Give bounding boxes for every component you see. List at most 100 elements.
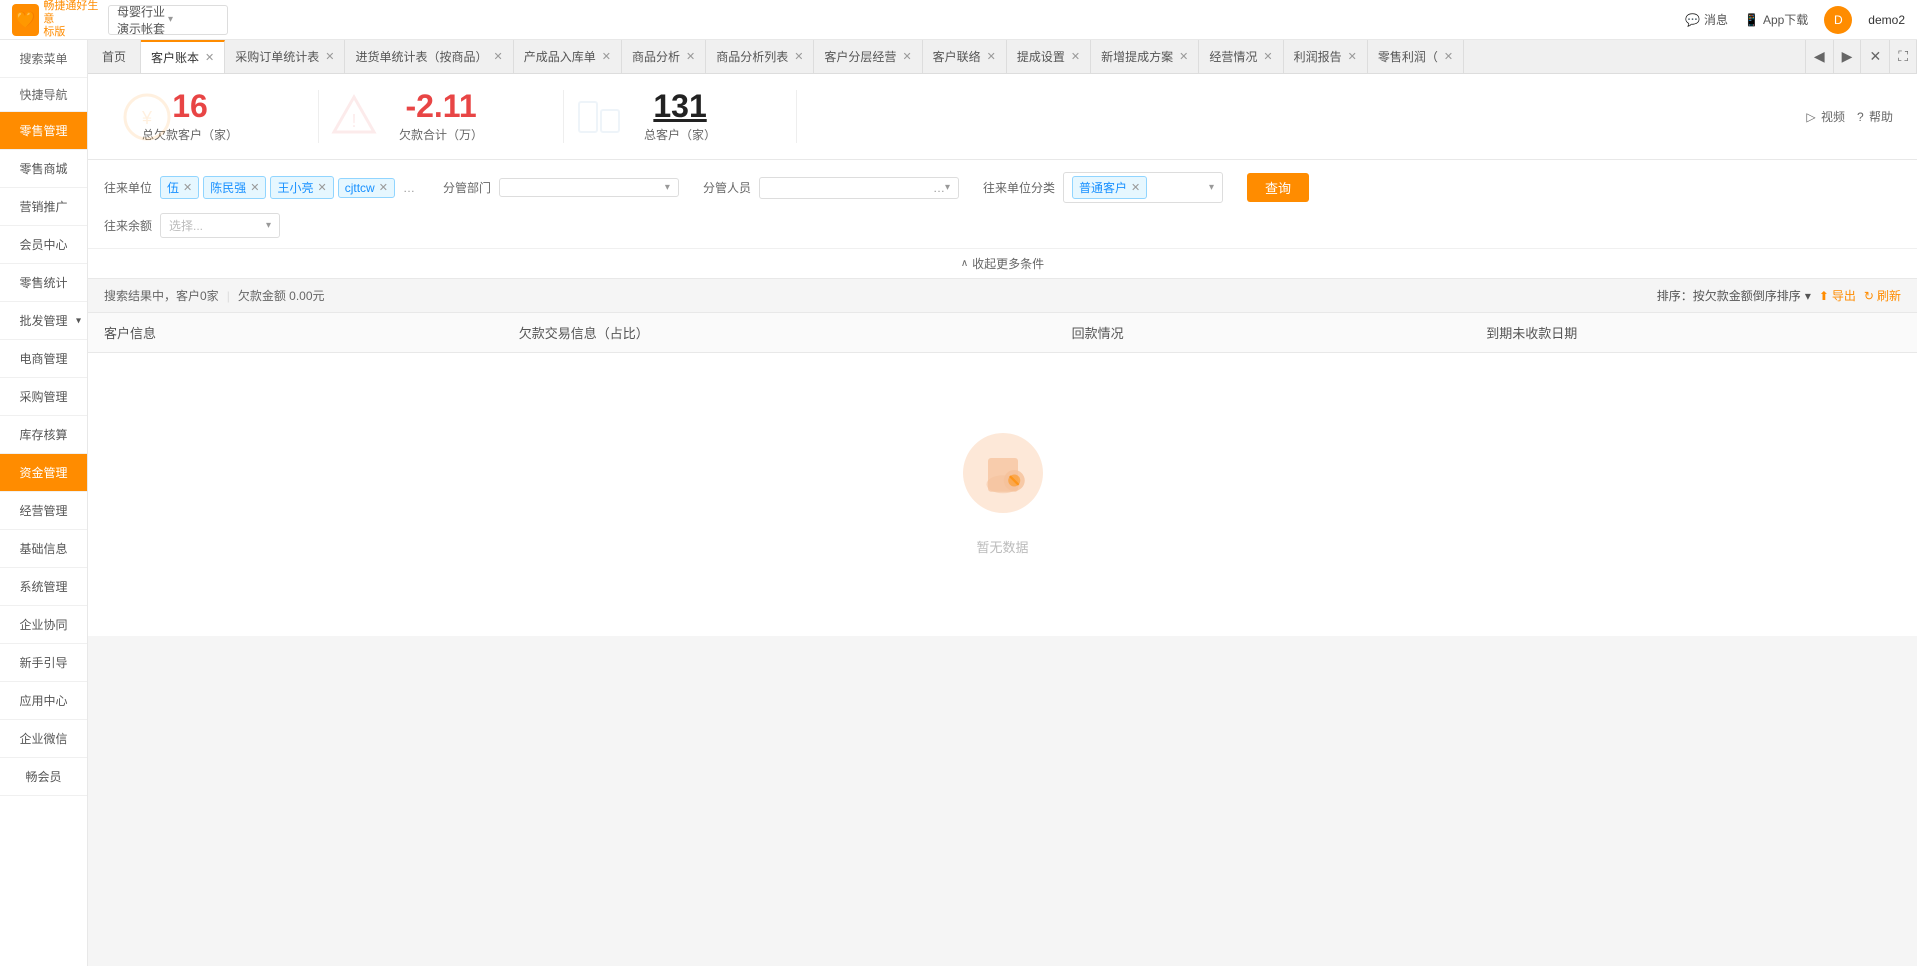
total-debt-label: 欠款合计（万）	[399, 126, 483, 143]
sidebar-quick-nav[interactable]: 快捷导航	[0, 78, 87, 112]
sidebar-item-system[interactable]: 系统管理	[0, 568, 87, 606]
tab-scroll-right[interactable]: ▶	[1834, 40, 1862, 74]
sidebar-item-capital[interactable]: 资金管理	[0, 454, 87, 492]
user-avatar[interactable]: D	[1824, 6, 1852, 34]
dept-dropdown-icon: ▾	[665, 182, 670, 193]
suite-selector[interactable]: 母婴行业演示帐套 ▾	[108, 5, 228, 35]
query-button[interactable]: 查询	[1247, 173, 1309, 202]
tab-close-customer-segment[interactable]: ✕	[902, 50, 911, 63]
col-header-debt: 欠款交易信息（占比）	[519, 323, 1072, 342]
sidebar-item-member-center[interactable]: 会员中心	[0, 226, 87, 264]
sidebar-item-inventory[interactable]: 库存核算	[0, 416, 87, 454]
refresh-btn[interactable]: ↻ 刷新	[1864, 287, 1901, 304]
tab-close-goods-analysis[interactable]: ✕	[686, 50, 695, 63]
tab-close-retail-profit[interactable]: ✕	[1444, 50, 1453, 63]
sidebar: 搜索菜单 快捷导航 零售管理 零售商城 营销推广 会员中心 零售统计 批发管理 …	[0, 40, 88, 966]
filter-tag-normal-close[interactable]: ✕	[1131, 181, 1140, 194]
sidebar-item-wx-enterprise[interactable]: 企业微信	[0, 720, 87, 758]
sidebar-item-new-guide[interactable]: 新手引导	[0, 644, 87, 682]
tab-customer-book[interactable]: 客户账本 ✕	[141, 40, 225, 74]
filter-tag-wu-close[interactable]: ✕	[183, 181, 192, 194]
filter-tag-wang[interactable]: 王小亮 ✕	[270, 176, 333, 199]
unit-filter-tags: 伍 ✕ 陈民强 ✕ 王小亮 ✕	[160, 176, 419, 199]
filter-tag-wu[interactable]: 伍 ✕	[160, 176, 199, 199]
messages-btn[interactable]: 💬 消息	[1685, 11, 1728, 28]
tab-cost-inbound[interactable]: 产成品入库单 ✕	[514, 40, 622, 74]
sort-select[interactable]: 排序：按欠款金额倒序排序 ▾	[1657, 287, 1811, 304]
filter-tag-wang-close[interactable]: ✕	[318, 181, 327, 194]
sidebar-item-retail-mgmt[interactable]: 零售管理	[0, 112, 87, 150]
tab-fullscreen[interactable]: ⛶	[1890, 40, 1917, 74]
balance-filter-label: 往来余额	[104, 217, 152, 234]
sidebar-item-basic-info[interactable]: 基础信息	[0, 530, 87, 568]
tab-close-cost-inbound[interactable]: ✕	[602, 50, 611, 63]
sidebar-item-ecommerce[interactable]: 电商管理	[0, 340, 87, 378]
page-content: ¥ 16 总欠款客户（家） ! -2.11 欠款合计（万）	[88, 74, 1917, 966]
person-filter-more[interactable]: …	[933, 181, 945, 195]
tab-commission-settings[interactable]: 提成设置 ✕	[1007, 40, 1091, 74]
tab-home[interactable]: 首页	[88, 40, 141, 74]
dept-filter-select[interactable]: ▾	[499, 178, 679, 197]
tab-close-commission-settings[interactable]: ✕	[1071, 50, 1080, 63]
svg-text:!: !	[352, 111, 357, 131]
filter-tag-cjttcw-close[interactable]: ✕	[379, 181, 388, 194]
sidebar-item-app-center[interactable]: 应用中心	[0, 682, 87, 720]
tab-close-purchase-order[interactable]: ✕	[325, 50, 334, 63]
sidebar-search[interactable]: 搜索菜单	[0, 40, 87, 78]
tab-close-goods-analysis-list[interactable]: ✕	[794, 50, 803, 63]
category-filter-select[interactable]: 普通客户 ✕ ▾	[1063, 172, 1223, 203]
tab-goods-stats[interactable]: 进货单统计表（按商品） ✕	[345, 40, 513, 74]
tab-customer-segment[interactable]: 客户分层经营 ✕	[814, 40, 922, 74]
sidebar-item-operations[interactable]: 经营管理	[0, 492, 87, 530]
filter-collapse-btn[interactable]: ∧ 收起更多条件	[88, 248, 1917, 278]
tab-close-goods-stats[interactable]: ✕	[494, 50, 503, 63]
sidebar-item-retail-stats[interactable]: 零售统计	[0, 264, 87, 302]
sidebar-item-enterprise[interactable]: 企业协同	[0, 606, 87, 644]
download-icon: 📱	[1744, 13, 1759, 27]
tab-new-commission[interactable]: 新增提成方案 ✕	[1091, 40, 1199, 74]
person-filter-label: 分管人员	[703, 179, 751, 196]
tab-bar: 首页 客户账本 ✕ 采购订单统计表 ✕ 进货单统计表（按商品） ✕ 产成品入库单…	[88, 40, 1917, 74]
sidebar-item-purchase[interactable]: 采购管理	[0, 378, 87, 416]
tab-close-profit-report[interactable]: ✕	[1348, 50, 1357, 63]
filter-tag-chen-close[interactable]: ✕	[250, 181, 259, 194]
tab-retail-profit[interactable]: 零售利润（ ✕	[1368, 40, 1464, 74]
video-btn[interactable]: ▷ 视频	[1806, 108, 1845, 125]
export-icon: ⬆	[1819, 289, 1829, 303]
logo-text: 畅捷通好生意 标版	[43, 0, 100, 39]
balance-dropdown-icon: ▾	[266, 220, 271, 231]
tab-operations-status[interactable]: 经营情况 ✕	[1199, 40, 1283, 74]
filter-tag-normal-customer[interactable]: 普通客户 ✕	[1072, 176, 1147, 199]
category-dropdown-icon: ▾	[1209, 182, 1214, 193]
tab-close-customer-book[interactable]: ✕	[205, 51, 214, 64]
empty-state: 暂无数据	[88, 353, 1917, 636]
filter-tag-chen[interactable]: 陈民强 ✕	[203, 176, 266, 199]
sidebar-item-vip-member[interactable]: 畅会员	[0, 758, 87, 796]
sidebar-item-marketing[interactable]: 营销推广	[0, 188, 87, 226]
filter-tag-cjttcw[interactable]: cjttcw ✕	[338, 178, 395, 198]
tab-close-new-commission[interactable]: ✕	[1179, 50, 1188, 63]
person-filter-select[interactable]: … ▾	[759, 177, 959, 199]
tab-purchase-order[interactable]: 采购订单统计表 ✕	[225, 40, 345, 74]
tab-close-customer-contact[interactable]: ✕	[987, 50, 996, 63]
tab-close-all[interactable]: ✕	[1861, 40, 1890, 74]
tab-scroll-left[interactable]: ◀	[1806, 40, 1834, 74]
sidebar-item-retail-mall[interactable]: 零售商城	[0, 150, 87, 188]
filter-more-btn[interactable]: …	[399, 179, 419, 197]
total-debt-customers-value: 16	[172, 90, 208, 122]
balance-filter-select[interactable]: 选择... ▾	[160, 213, 280, 238]
tab-profit-report[interactable]: 利润报告 ✕	[1284, 40, 1368, 74]
sidebar-item-batch-mgmt[interactable]: 批发管理	[0, 302, 87, 340]
tab-goods-analysis-list[interactable]: 商品分析列表 ✕	[706, 40, 814, 74]
person-dropdown-icon: ▾	[945, 182, 950, 193]
tab-goods-analysis[interactable]: 商品分析 ✕	[622, 40, 706, 74]
help-btn[interactable]: ? 帮助	[1857, 108, 1893, 125]
svg-text:¥: ¥	[141, 108, 153, 128]
export-btn[interactable]: ⬆ 导出	[1819, 287, 1856, 304]
tab-customer-contact[interactable]: 客户联络 ✕	[923, 40, 1007, 74]
col-header-customer: 客户信息	[104, 323, 519, 342]
logo-icon: 🧡	[12, 4, 39, 36]
tab-close-operations-status[interactable]: ✕	[1263, 50, 1272, 63]
total-customers-label: 总客户（家）	[644, 126, 716, 143]
app-download-btn[interactable]: 📱 App下载	[1744, 11, 1808, 28]
